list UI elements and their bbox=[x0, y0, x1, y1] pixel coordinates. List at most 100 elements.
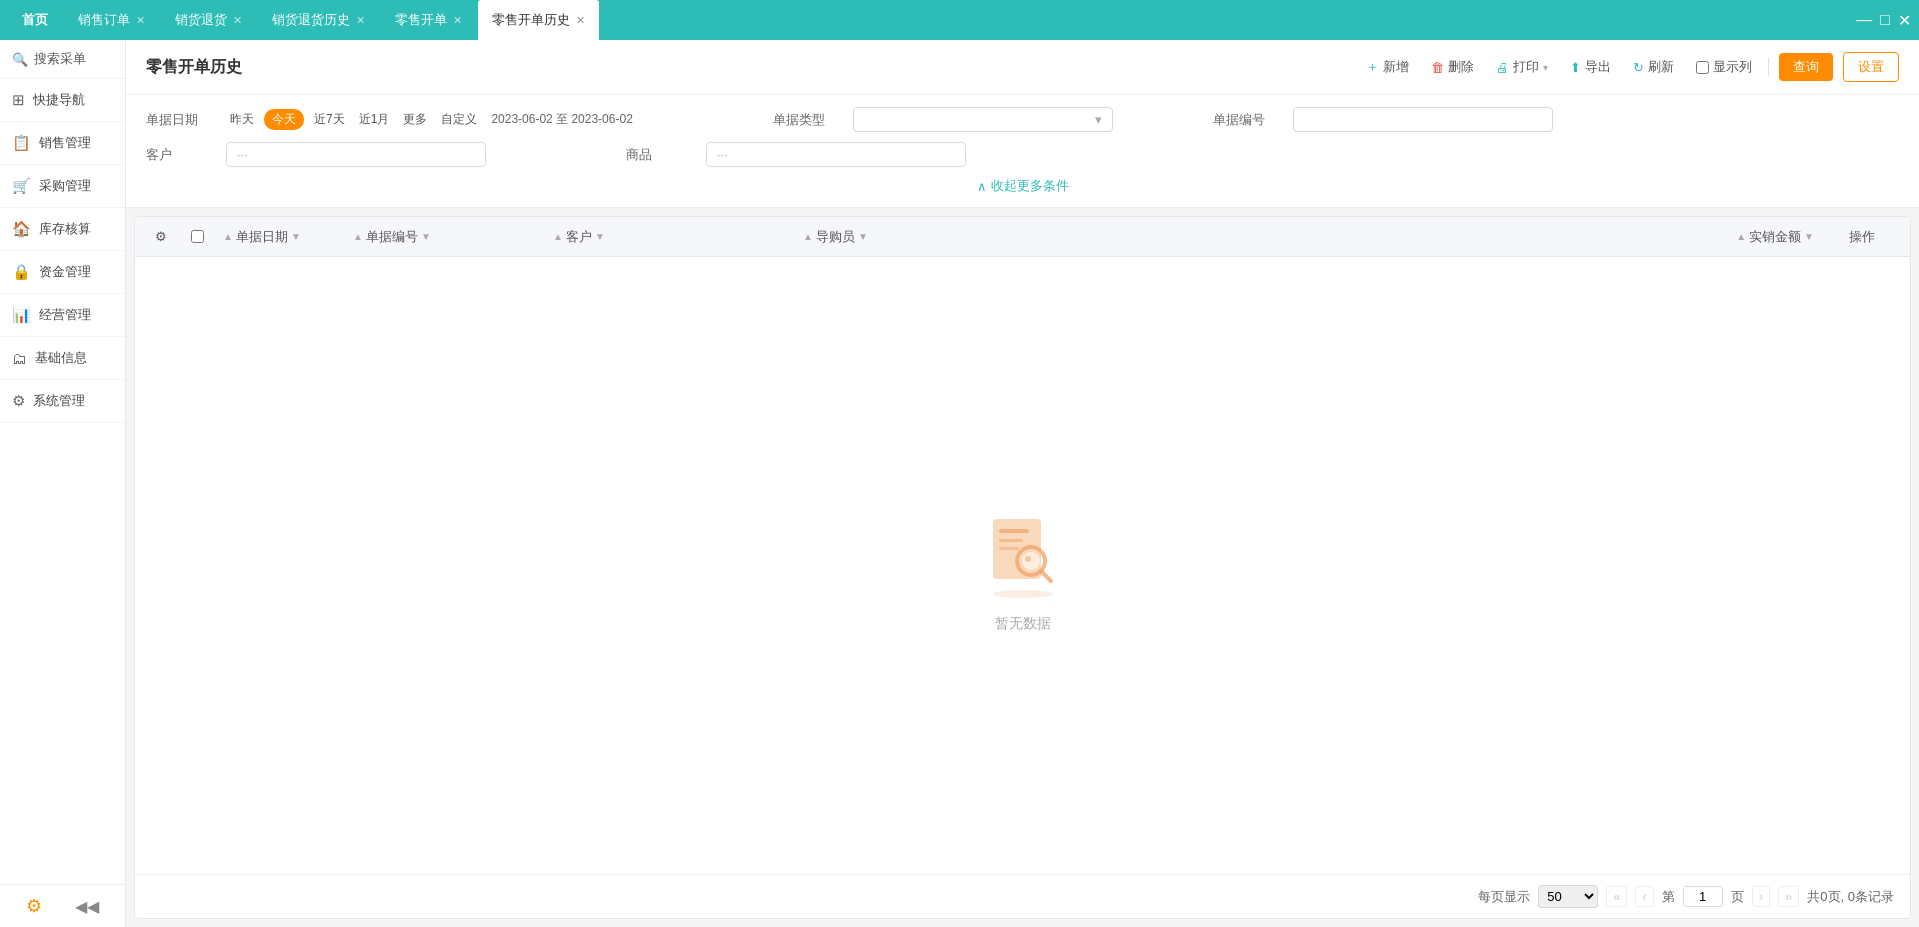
col-customer-label: 客户 bbox=[566, 228, 592, 246]
display-cols-label: 显示列 bbox=[1713, 58, 1752, 76]
add-button[interactable]: ＋ 新增 bbox=[1360, 54, 1415, 80]
sidebar-item-finance-label: 资金管理 bbox=[39, 263, 91, 281]
col-customer: ▲ 客户 ▼ bbox=[545, 220, 795, 254]
quick-nav-icon: ⊞ bbox=[12, 91, 25, 109]
last-page-button[interactable]: » bbox=[1778, 886, 1799, 907]
sidebar-item-quick-nav-label: 快捷导航 bbox=[33, 91, 85, 109]
main-layout: 🔍 搜索采单 ⊞ 快捷导航 📋 销售管理 🛒 采购管理 🏠 库存核算 🔒 资金管… bbox=[0, 40, 1919, 927]
shortcut-more[interactable]: 更多 bbox=[399, 109, 431, 130]
tab-sales-order-label: 销售订单 bbox=[78, 11, 130, 29]
tab-home[interactable]: 首页 bbox=[8, 0, 62, 40]
product-filter-select[interactable]: ··· bbox=[706, 142, 966, 167]
sort-num-down-icon[interactable]: ▼ bbox=[421, 231, 431, 242]
pagination-bar: 每页显示 50 10 20 100 « ‹ 第 页 › » 共0页, 0条记录 bbox=[135, 874, 1910, 918]
col-date-label: 单据日期 bbox=[236, 228, 288, 246]
next-page-button[interactable]: › bbox=[1752, 886, 1770, 907]
filter-bar: 单据日期 昨天 今天 近7天 近1月 更多 自定义 2023-06-02 至 2… bbox=[126, 95, 1919, 208]
sidebar-item-inventory-label: 库存核算 bbox=[39, 220, 91, 238]
tab-sales-return-label: 销货退货 bbox=[175, 11, 227, 29]
sort-amount-down-icon[interactable]: ▼ bbox=[1804, 231, 1814, 242]
sort-num-up-icon[interactable]: ▲ bbox=[353, 231, 363, 242]
page-header: 零售开单历史 ＋ 新增 🗑 删除 🖨 打印 ▾ ⬆ 导出 bbox=[126, 40, 1919, 95]
sort-cust-up-icon[interactable]: ▲ bbox=[553, 231, 563, 242]
tab-home-label: 首页 bbox=[22, 11, 48, 29]
sidebar-item-basic-info[interactable]: 🗂 基础信息 bbox=[0, 337, 125, 380]
tab-sales-return-history-close[interactable]: ✕ bbox=[356, 14, 365, 27]
collapse-bar[interactable]: ∧ 收起更多条件 bbox=[146, 177, 1899, 195]
tab-sales-return-close[interactable]: ✕ bbox=[233, 14, 242, 27]
inventory-icon: 🏠 bbox=[12, 220, 31, 238]
export-icon: ⬆ bbox=[1570, 60, 1581, 75]
refresh-button[interactable]: ↻ 刷新 bbox=[1627, 54, 1680, 80]
window-controls: — □ ✕ bbox=[1856, 11, 1911, 30]
page-title: 零售开单历史 bbox=[146, 57, 242, 78]
sort-guide-up-icon[interactable]: ▲ bbox=[803, 231, 813, 242]
empty-text: 暂无数据 bbox=[995, 615, 1051, 633]
sidebar-search[interactable]: 🔍 搜索采单 bbox=[0, 40, 125, 79]
display-cols-checkbox[interactable] bbox=[1696, 61, 1709, 74]
first-page-button[interactable]: « bbox=[1606, 886, 1627, 907]
sort-cust-down-icon[interactable]: ▼ bbox=[595, 231, 605, 242]
sidebar-settings-icon[interactable]: ⚙ bbox=[26, 895, 42, 917]
sort-down-icon[interactable]: ▼ bbox=[291, 231, 301, 242]
product-filter-dots: ··· bbox=[717, 147, 728, 162]
sidebar-item-sys-mgmt-label: 系统管理 bbox=[33, 392, 85, 410]
num-filter-input[interactable] bbox=[1293, 107, 1553, 132]
tab-retail-open-history-close[interactable]: ✕ bbox=[576, 14, 585, 27]
date-shortcuts: 昨天 今天 近7天 近1月 更多 自定义 2023-06-02 至 2023-0… bbox=[226, 109, 633, 130]
print-button[interactable]: 🖨 打印 ▾ bbox=[1490, 54, 1554, 80]
tab-sales-return[interactable]: 销货退货 ✕ bbox=[161, 0, 256, 40]
col-check[interactable] bbox=[179, 222, 215, 251]
date-filter-label: 单据日期 bbox=[146, 111, 206, 129]
customer-filter-select[interactable]: ··· bbox=[226, 142, 486, 167]
prev-page-button[interactable]: ‹ bbox=[1635, 886, 1653, 907]
tab-retail-open-history[interactable]: 零售开单历史 ✕ bbox=[478, 0, 599, 40]
shortcut-custom[interactable]: 自定义 bbox=[437, 109, 481, 130]
type-filter-select[interactable]: ▾ bbox=[853, 107, 1113, 132]
per-page-select[interactable]: 50 10 20 100 bbox=[1538, 885, 1598, 908]
tab-sales-order[interactable]: 销售订单 ✕ bbox=[64, 0, 159, 40]
sidebar-item-operations[interactable]: 📊 经营管理 bbox=[0, 294, 125, 337]
sidebar-search-label: 搜索采单 bbox=[34, 50, 86, 68]
col-settings-icon: ⚙ bbox=[155, 229, 167, 244]
shortcut-last-month[interactable]: 近1月 bbox=[355, 109, 394, 130]
window-minimize[interactable]: — bbox=[1856, 11, 1872, 29]
tab-sales-return-history[interactable]: 销货退货历史 ✕ bbox=[258, 0, 379, 40]
sidebar-item-sales-mgmt[interactable]: 📋 销售管理 bbox=[0, 122, 125, 165]
tab-sales-order-close[interactable]: ✕ bbox=[136, 14, 145, 27]
col-settings[interactable]: ⚙ bbox=[143, 221, 179, 252]
window-close[interactable]: ✕ bbox=[1898, 11, 1911, 30]
tab-retail-open[interactable]: 零售开单 ✕ bbox=[381, 0, 476, 40]
sidebar-item-sales-mgmt-label: 销售管理 bbox=[39, 134, 91, 152]
settings-label: 设置 bbox=[1858, 58, 1884, 76]
sort-guide-down-icon[interactable]: ▼ bbox=[858, 231, 868, 242]
query-button[interactable]: 查询 bbox=[1779, 53, 1833, 81]
shortcut-yesterday[interactable]: 昨天 bbox=[226, 109, 258, 130]
num-filter-label: 单据编号 bbox=[1213, 111, 1273, 129]
sidebar-item-sys-mgmt[interactable]: ⚙ 系统管理 bbox=[0, 380, 125, 423]
sidebar-item-finance[interactable]: 🔒 资金管理 bbox=[0, 251, 125, 294]
col-guide: ▲ 导购员 ▼ bbox=[795, 220, 975, 254]
customer-filter-dots: ··· bbox=[237, 147, 248, 162]
sidebar-collapse-icon[interactable]: ◀◀ bbox=[75, 897, 99, 916]
settings-button[interactable]: 设置 bbox=[1843, 52, 1899, 82]
sidebar-item-inventory[interactable]: 🏠 库存核算 bbox=[0, 208, 125, 251]
table-header-row: ⚙ ▲ 单据日期 ▼ ▲ 单据编号 ▼ ▲ 客户 ▼ bbox=[135, 217, 1910, 257]
window-maximize[interactable]: □ bbox=[1880, 11, 1890, 29]
tab-retail-open-history-label: 零售开单历史 bbox=[492, 11, 570, 29]
empty-illustration bbox=[973, 499, 1073, 599]
delete-button[interactable]: 🗑 删除 bbox=[1425, 54, 1480, 80]
display-cols-button[interactable]: 显示列 bbox=[1690, 54, 1758, 80]
shortcut-last7[interactable]: 近7天 bbox=[310, 109, 349, 130]
svg-point-8 bbox=[1025, 556, 1031, 562]
sidebar-item-purchase-mgmt[interactable]: 🛒 采购管理 bbox=[0, 165, 125, 208]
sidebar-item-quick-nav[interactable]: ⊞ 快捷导航 bbox=[0, 79, 125, 122]
sort-up-icon[interactable]: ▲ bbox=[223, 231, 233, 242]
query-label: 查询 bbox=[1793, 58, 1819, 76]
select-all-checkbox[interactable] bbox=[191, 230, 204, 243]
tab-retail-open-close[interactable]: ✕ bbox=[453, 14, 462, 27]
export-button[interactable]: ⬆ 导出 bbox=[1564, 54, 1617, 80]
page-input[interactable] bbox=[1683, 886, 1723, 907]
sort-amount-up-icon[interactable]: ▲ bbox=[1736, 231, 1746, 242]
shortcut-today[interactable]: 今天 bbox=[264, 109, 304, 130]
